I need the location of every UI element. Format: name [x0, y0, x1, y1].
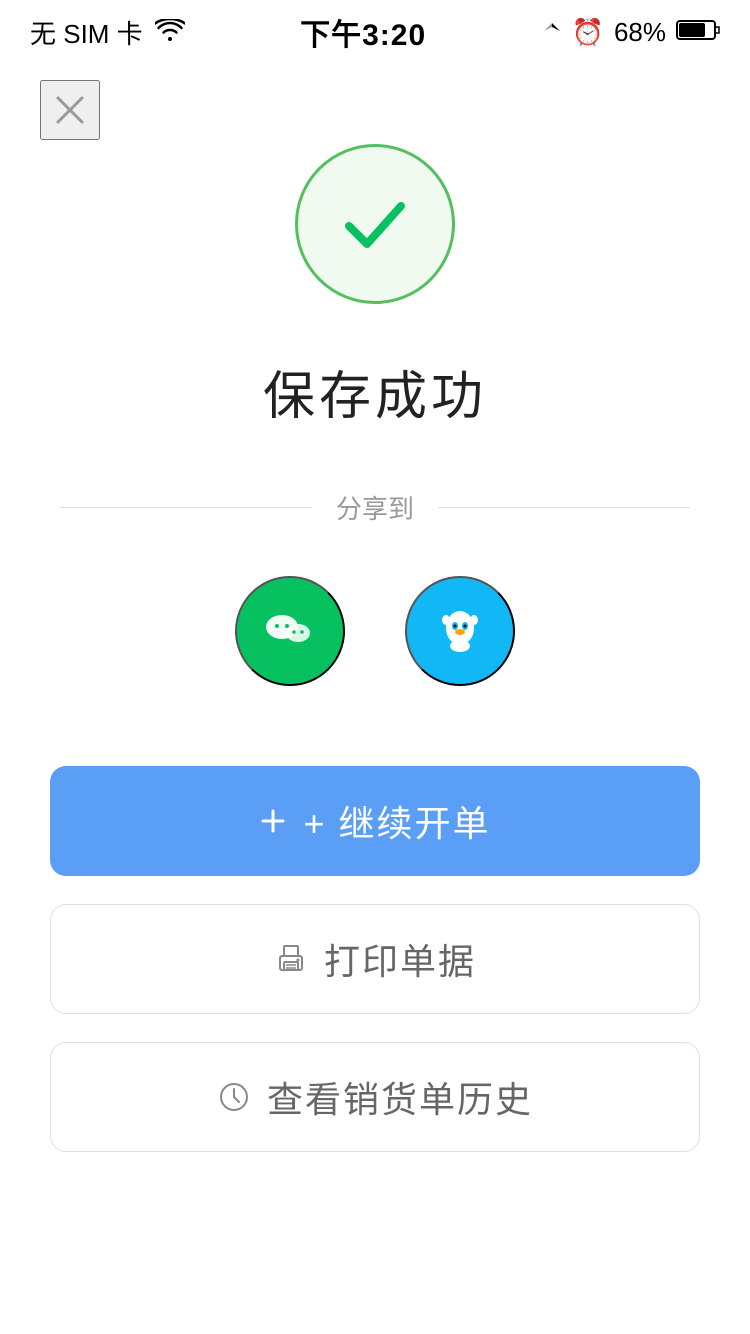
close-button[interactable]	[40, 80, 100, 140]
share-wechat-button[interactable]	[235, 576, 345, 686]
battery-label: 68%	[614, 17, 666, 48]
main-content: 保存成功 分享到	[0, 64, 750, 1152]
print-receipt-button[interactable]: 打印单据	[50, 904, 700, 1014]
view-history-label: 查看销货单历史	[267, 1071, 533, 1123]
history-icon	[217, 1080, 251, 1114]
wifi-icon	[155, 17, 185, 48]
action-buttons: + 继续开单 打印单据	[0, 766, 750, 1152]
continue-order-button[interactable]: + 继续开单	[50, 766, 700, 876]
print-receipt-label: 打印单据	[324, 933, 476, 985]
success-title: 保存成功	[263, 354, 487, 429]
printer-icon	[274, 942, 308, 976]
share-icons-container	[235, 576, 515, 686]
status-right: ⏰ 68%	[542, 17, 720, 48]
share-label: 分享到	[312, 489, 438, 526]
status-left: 无 SIM 卡	[30, 14, 185, 51]
sim-label: 无 SIM 卡	[30, 14, 143, 51]
alarm-icon: ⏰	[572, 17, 604, 48]
location-icon	[542, 17, 562, 48]
view-history-button[interactable]: 查看销货单历史	[50, 1042, 700, 1152]
divider-line-right	[438, 507, 690, 508]
divider-line-left	[60, 507, 312, 508]
plus-icon	[259, 807, 287, 835]
battery-icon	[676, 17, 720, 48]
success-icon-circle	[295, 144, 455, 304]
share-divider: 分享到	[0, 489, 750, 526]
status-time: 下午3:20	[300, 10, 426, 54]
continue-order-label: + 继续开单	[303, 795, 490, 847]
status-bar: 无 SIM 卡 下午3:20 ⏰ 68%	[0, 0, 750, 64]
share-qq-button[interactable]	[405, 576, 515, 686]
